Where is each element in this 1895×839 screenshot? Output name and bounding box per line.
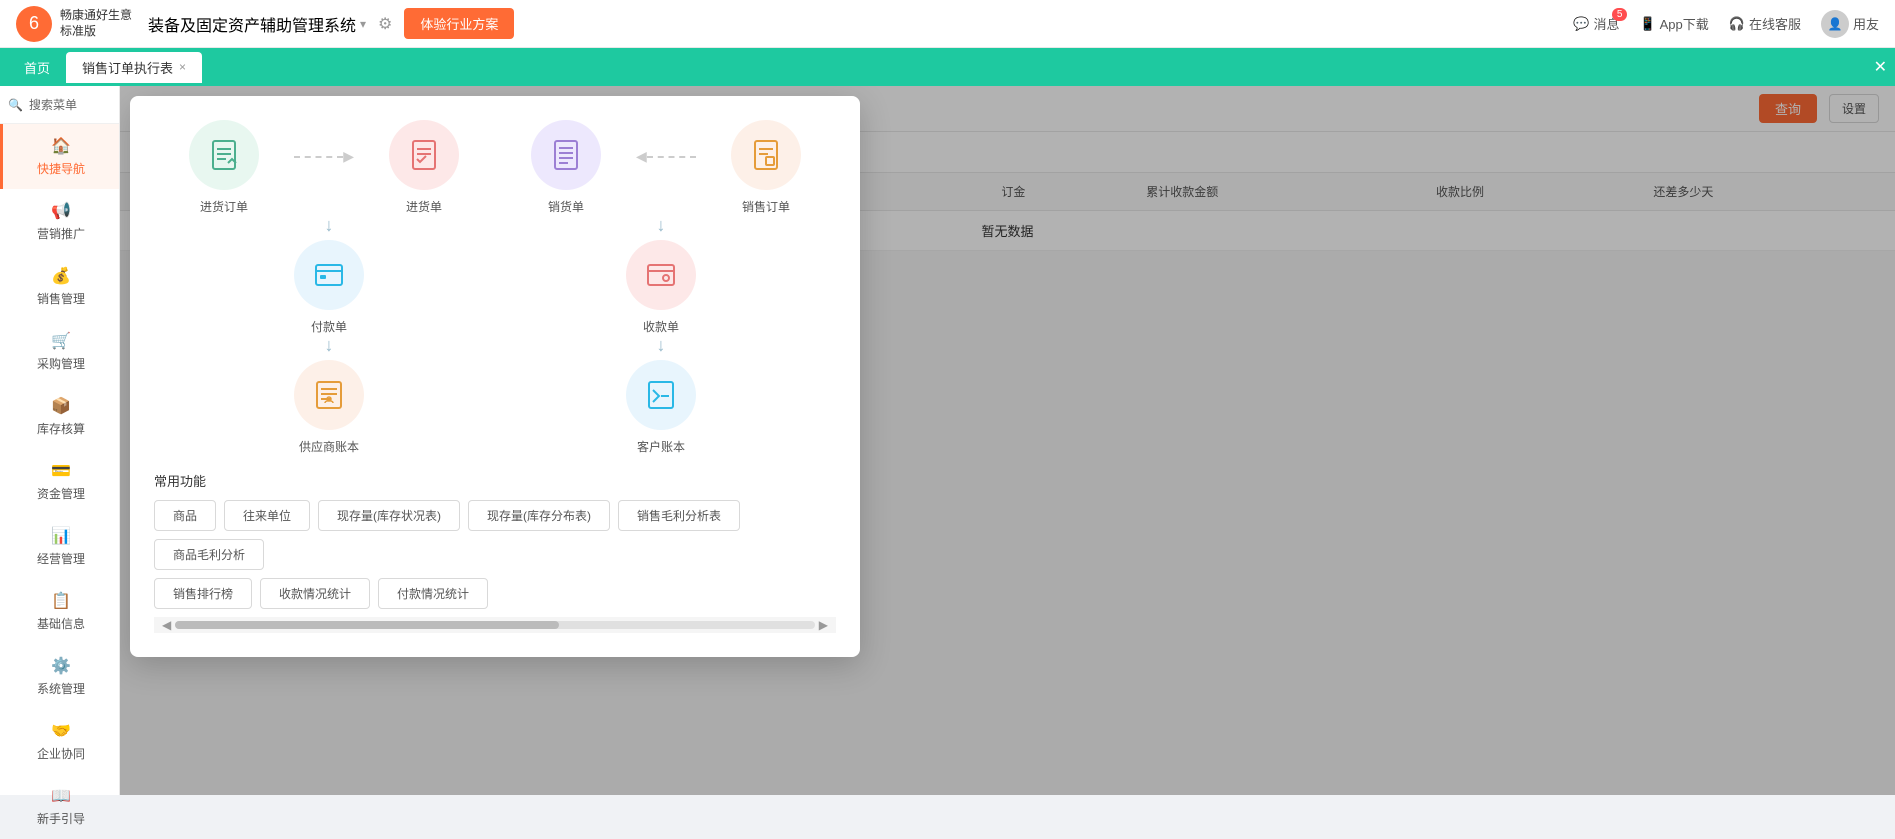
scroll-left-icon[interactable]: ◀	[158, 618, 175, 632]
customer-account-icon	[626, 360, 696, 430]
operation-icon: 📊	[51, 526, 71, 546]
system-icon: ⚙️	[51, 656, 71, 676]
common-btn-stock-status[interactable]: 现存量(库存状况表)	[318, 500, 460, 531]
sidebar-item-inventory[interactable]: 📦 库存核算	[0, 384, 119, 449]
message-icon: 💬	[1573, 16, 1589, 32]
sidebar: 🔍 搜索菜单 🏠 快捷导航 📢 营销推广 💰 销售管理 🛒 采购管理 📦 库存核…	[0, 86, 120, 795]
chevron-down-icon: ▾	[360, 17, 366, 31]
close-all-icon[interactable]: ✕	[1874, 57, 1887, 77]
trial-button[interactable]: 体验行业方案	[404, 8, 514, 39]
flow-node-receipt-bill: 收款单	[591, 240, 731, 335]
common-btn-payment-stat[interactable]: 付款情况统计	[378, 578, 488, 609]
search-menu-button[interactable]: 🔍 搜索菜单	[8, 96, 111, 113]
message-item[interactable]: 💬 消息 5	[1573, 14, 1619, 33]
tab-active[interactable]: 销售订单执行表 ×	[66, 52, 202, 83]
common-buttons: 商品 往来单位 现存量(库存状况表) 现存量(库存分布表) 销售毛利分析表 商品…	[154, 500, 836, 570]
sidebar-item-newbie[interactable]: 📖 新手引导	[0, 774, 119, 839]
basic-info-icon: 📋	[51, 591, 71, 611]
finance-icon: 💳	[51, 461, 71, 481]
flow-node-payment-bill: 付款单	[259, 240, 399, 335]
content-area: ❓ 帮助 🖨 按模板打印 ▾ 📤 导出 🔄 刷新 查询 设置	[120, 86, 1895, 795]
flow-section: 进货订单 ▶ 进货单	[154, 120, 836, 455]
common-btn-partner[interactable]: 往来单位	[224, 500, 310, 531]
common-section: 常用功能 商品 往来单位 现存量(库存状况表) 现存量(库存分布表) 销售毛利分…	[154, 471, 836, 609]
service-icon: 🎧	[1729, 16, 1745, 32]
purchase-icon: 🛒	[51, 331, 71, 351]
scroll-track	[175, 621, 815, 629]
sidebar-item-enterprise[interactable]: 🤝 企业协同	[0, 709, 119, 774]
scroll-bar-area: ◀ ▶	[154, 617, 836, 633]
logo-text: 畅康通好生意 标准版	[60, 8, 132, 39]
logo-icon: 6	[16, 6, 52, 42]
scroll-thumb[interactable]	[175, 621, 559, 629]
common-btn-sale-gross[interactable]: 销售毛利分析表	[618, 500, 740, 531]
supplier-account-icon	[294, 360, 364, 430]
flow-node-sale-order: 销售订单	[696, 120, 836, 215]
sales-icon: 💰	[51, 266, 71, 286]
search-icon: 🔍	[8, 98, 23, 112]
common-btn-sales-rank[interactable]: 销售排行榜	[154, 578, 252, 609]
purchase-bill-icon	[389, 120, 459, 190]
payment-bill-icon	[294, 240, 364, 310]
sidebar-item-sales[interactable]: 💰 销售管理	[0, 254, 119, 319]
newbie-icon: 📖	[51, 786, 71, 806]
flow-node-purchase-order: 进货订单	[154, 120, 294, 215]
app-download-item[interactable]: 📱 App下载	[1639, 14, 1708, 33]
gear-icon[interactable]: ⚙	[378, 14, 392, 34]
common-btn-stock-dist[interactable]: 现存量(库存分布表)	[468, 500, 610, 531]
sale-order-icon	[731, 120, 801, 190]
sidebar-item-marketing[interactable]: 📢 营销推广	[0, 189, 119, 254]
avatar: 👤	[1821, 10, 1849, 38]
sidebar-item-quick-nav[interactable]: 🏠 快捷导航	[0, 124, 119, 189]
message-badge: 5	[1612, 8, 1628, 21]
purchase-order-icon	[189, 120, 259, 190]
common-btn-goods-gross[interactable]: 商品毛利分析	[154, 539, 264, 570]
nav-tabs: 首页 销售订单执行表 × ✕	[0, 48, 1895, 86]
enterprise-icon: 🤝	[51, 721, 71, 741]
sidebar-search[interactable]: 🔍 搜索菜单	[0, 86, 119, 124]
sale-bill-icon	[531, 120, 601, 190]
home-icon: 🏠	[51, 136, 71, 156]
flow-node-supplier-account: 供应商账本	[259, 360, 399, 455]
scroll-right-icon[interactable]: ▶	[815, 618, 832, 632]
inventory-icon: 📦	[51, 396, 71, 416]
sidebar-item-basic-info[interactable]: 📋 基础信息	[0, 579, 119, 644]
common-btn-goods[interactable]: 商品	[154, 500, 216, 531]
flow-node-customer-account: 客户账本	[591, 360, 731, 455]
app-icon: 📱	[1639, 16, 1655, 32]
modal-overlay[interactable]: 进货订单 ▶ 进货单	[120, 86, 1895, 795]
receipt-bill-icon	[626, 240, 696, 310]
modal-box: 进货订单 ▶ 进货单	[130, 96, 860, 657]
header-right: 💬 消息 5 📱 App下载 🎧 在线客服 👤 用友	[1573, 10, 1879, 38]
online-service-item[interactable]: 🎧 在线客服	[1729, 14, 1801, 33]
common-buttons-row2: 销售排行榜 收款情况统计 付款情况统计	[154, 578, 836, 609]
system-selector[interactable]: 装备及固定资产辅助管理系统 ▾	[148, 12, 366, 36]
top-header: 6 畅康通好生意 标准版 装备及固定资产辅助管理系统 ▾ ⚙ 体验行业方案 💬 …	[0, 0, 1895, 48]
main-layout: 🔍 搜索菜单 🏠 快捷导航 📢 营销推广 💰 销售管理 🛒 采购管理 📦 库存核…	[0, 86, 1895, 795]
tab-close-icon[interactable]: ×	[179, 60, 186, 74]
flow-node-purchase-bill: 进货单	[354, 120, 494, 215]
sidebar-item-system[interactable]: ⚙️ 系统管理	[0, 644, 119, 709]
sidebar-item-finance[interactable]: 💳 资金管理	[0, 449, 119, 514]
common-btn-receipt-stat[interactable]: 收款情况统计	[260, 578, 370, 609]
marketing-icon: 📢	[51, 201, 71, 221]
tab-home[interactable]: 首页	[8, 52, 66, 83]
logo-area: 6 畅康通好生意 标准版	[16, 6, 136, 42]
sidebar-item-purchase[interactable]: 🛒 采购管理	[0, 319, 119, 384]
common-title: 常用功能	[154, 471, 836, 490]
system-title: 装备及固定资产辅助管理系统	[148, 12, 356, 36]
flow-node-sale-bill: 销货单	[496, 120, 636, 215]
user-item[interactable]: 👤 用友	[1821, 10, 1879, 38]
sidebar-item-operation[interactable]: 📊 经营管理	[0, 514, 119, 579]
